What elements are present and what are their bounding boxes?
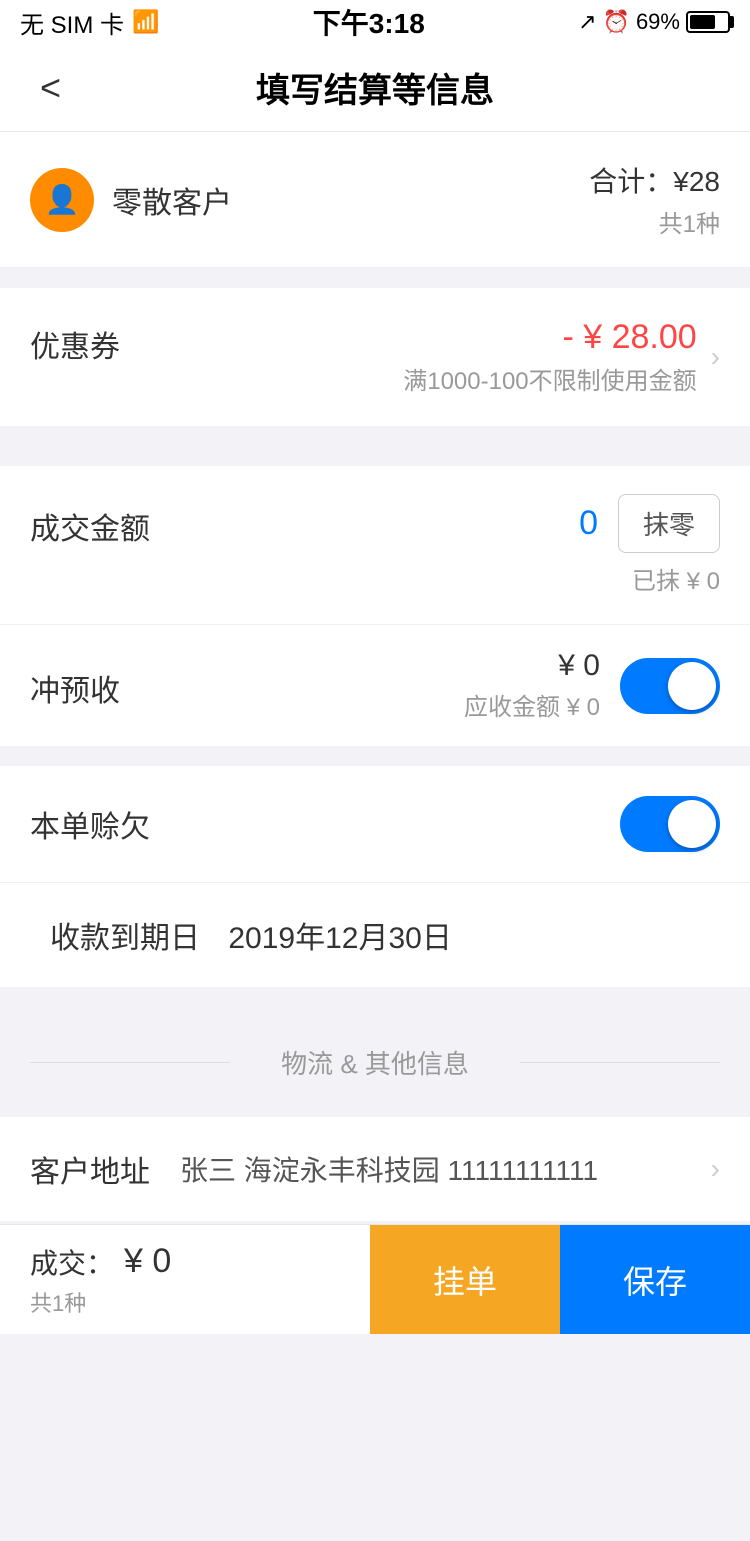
carrier-text: 无 SIM 卡 — [20, 5, 124, 40]
alarm-icon: ⏰ — [603, 9, 630, 35]
back-button[interactable]: < — [30, 57, 71, 119]
amount-row: 成交金额 0 抹零 — [0, 466, 750, 553]
debt-toggle[interactable] — [620, 796, 720, 852]
coupon-amount: - ¥ 28.00 — [403, 318, 696, 357]
coupon-value: - ¥ 28.00 满1000-100不限制使用金额 — [403, 318, 696, 396]
debt-label: 本单赊欠 — [30, 802, 150, 846]
toggle-knob — [668, 662, 716, 710]
battery-percent: 69% — [636, 9, 680, 35]
divider-4 — [0, 1097, 750, 1117]
save-label: 保存 — [623, 1257, 687, 1303]
divider-2 — [0, 746, 750, 766]
status-bar: 无 SIM 卡 📶 下午3:18 ↗ ⏰ 69% — [0, 0, 750, 44]
bottom-count: 共1种 — [30, 1286, 340, 1318]
deal-amount: ¥ 0 — [124, 1242, 171, 1281]
customer-count: 共1种 — [589, 204, 720, 239]
amount-label: 成交金额 — [30, 500, 150, 548]
chevron-right-icon: › — [711, 341, 720, 373]
debt-toggle-knob — [668, 800, 716, 848]
amount-right: 0 抹零 — [579, 494, 720, 553]
customer-name: 零散客户 — [112, 178, 232, 222]
status-right: ↗ ⏰ 69% — [578, 9, 730, 35]
address-section[interactable]: 客户地址 张三 海淀永丰科技园 11111111111 › — [0, 1117, 750, 1221]
nav-bar: < 填写结算等信息 — [0, 44, 750, 132]
address-label: 客户地址 — [30, 1147, 150, 1191]
address-chevron-icon: › — [711, 1153, 720, 1185]
wifi-icon: 📶 — [132, 9, 159, 35]
round-button[interactable]: 抹零 — [618, 494, 720, 553]
customer-right: 合计：¥28 共1种 — [589, 160, 720, 239]
amount-sub: 已抹 ¥ 0 — [0, 553, 750, 624]
precollect-right: ¥ 0 应收金额 ¥ 0 — [464, 649, 720, 722]
divider-1 — [0, 446, 750, 466]
divider-3 — [0, 1007, 750, 1027]
person-icon: 👤 — [45, 183, 80, 216]
precollect-values: ¥ 0 应收金额 ¥ 0 — [464, 649, 600, 722]
coupon-right: - ¥ 28.00 满1000-100不限制使用金额 › — [403, 318, 720, 396]
location-icon: ↗ — [578, 9, 596, 35]
logistics-label: 物流 & 其他信息 — [281, 1044, 469, 1081]
bottom-deal-row: 成交： ¥ 0 — [30, 1242, 340, 1282]
customer-left: 👤 零散客户 — [30, 168, 232, 232]
precollect-sub: 应收金额 ¥ 0 — [464, 687, 600, 722]
debt-row: 本单赊欠 — [0, 766, 750, 882]
logistics-divider: 物流 & 其他信息 — [0, 1027, 750, 1097]
save-button[interactable]: 保存 — [560, 1225, 750, 1334]
coupon-section: 优惠券 - ¥ 28.00 满1000-100不限制使用金额 › — [0, 288, 750, 426]
amount-value: 0 — [579, 504, 598, 543]
battery-icon — [686, 11, 730, 33]
bottom-summary: 成交： ¥ 0 共1种 — [0, 1242, 370, 1318]
due-date-value: 2019年12月30日 — [228, 922, 451, 955]
page-title: 填写结算等信息 — [256, 63, 494, 112]
precollect-toggle[interactable] — [620, 658, 720, 714]
status-time: 下午3:18 — [313, 2, 425, 42]
customer-avatar: 👤 — [30, 168, 94, 232]
hang-label: 挂单 — [433, 1257, 497, 1303]
precollect-amount: ¥ 0 — [464, 649, 600, 683]
coupon-label: 优惠券 — [30, 318, 120, 366]
transaction-section: 成交金额 0 抹零 已抹 ¥ 0 冲预收 ¥ 0 应收金额 ¥ 0 — [0, 466, 750, 746]
hang-button[interactable]: 挂单 — [370, 1225, 560, 1334]
bottom-bar: 成交： ¥ 0 共1种 挂单 保存 — [0, 1224, 750, 1334]
deal-label: 成交： — [30, 1242, 114, 1282]
customer-section: 👤 零散客户 合计：¥28 共1种 — [0, 132, 750, 268]
coupon-desc: 满1000-100不限制使用金额 — [403, 361, 696, 396]
precollect-row: 冲预收 ¥ 0 应收金额 ¥ 0 — [0, 624, 750, 746]
debt-section: 本单赊欠 收款到期日 2019年12月30日 — [0, 766, 750, 987]
due-date-row: 收款到期日 2019年12月30日 — [0, 882, 750, 987]
customer-row: 👤 零散客户 合计：¥28 共1种 — [0, 132, 750, 268]
precollect-label: 冲预收 — [30, 662, 120, 710]
coupon-row[interactable]: 优惠券 - ¥ 28.00 满1000-100不限制使用金额 › — [0, 288, 750, 426]
status-left: 无 SIM 卡 📶 — [20, 5, 159, 40]
bottom-buttons: 挂单 保存 — [370, 1225, 750, 1334]
customer-total: 合计：¥28 — [589, 160, 720, 200]
due-date-label: 收款到期日 — [50, 922, 200, 955]
address-value: 张三 海淀永丰科技园 11111111111 — [180, 1149, 711, 1189]
